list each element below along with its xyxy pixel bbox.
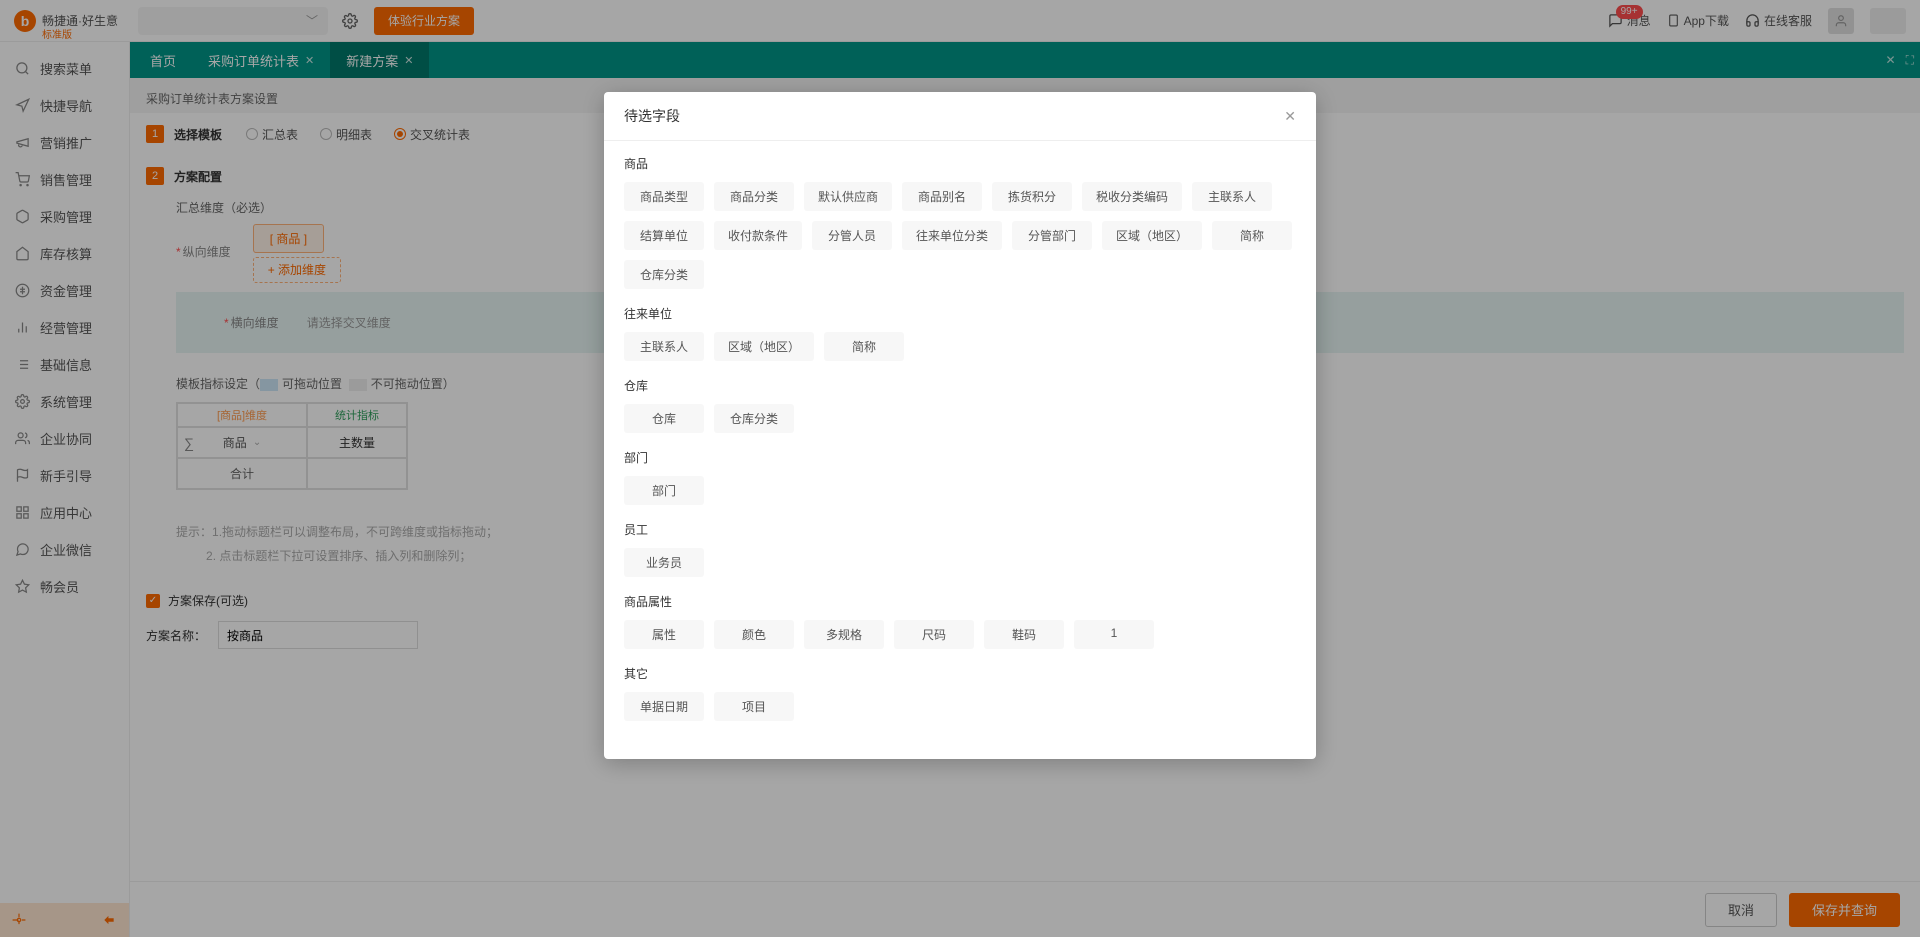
modal-body: 商品商品类型商品分类默认供应商商品别名拣货积分税收分类编码主联系人结算单位收付款… [604, 141, 1316, 759]
field-group-title: 员工 [624, 521, 1296, 538]
field-group-title: 商品 [624, 155, 1296, 172]
field-chip[interactable]: 项目 [714, 692, 794, 721]
field-chip[interactable]: 商品分类 [714, 182, 794, 211]
field-group: 商品属性属性颜色多规格尺码鞋码 1 [624, 593, 1296, 649]
field-group-title: 商品属性 [624, 593, 1296, 610]
field-chip[interactable]: 分管人员 [812, 221, 892, 250]
field-chips-row: 业务员 [624, 548, 1296, 577]
field-chip[interactable]: 简称 [824, 332, 904, 361]
field-group-title: 部门 [624, 449, 1296, 466]
field-group: 仓库仓库仓库分类 [624, 377, 1296, 433]
field-chip[interactable]: 尺码 [894, 620, 974, 649]
field-chip[interactable]: 部门 [624, 476, 704, 505]
field-chip[interactable]: 简称 [1212, 221, 1292, 250]
field-group: 其它单据日期项目 [624, 665, 1296, 721]
field-chip[interactable]: 商品类型 [624, 182, 704, 211]
field-chip[interactable]: 属性 [624, 620, 704, 649]
field-chips-row: 商品类型商品分类默认供应商商品别名拣货积分税收分类编码主联系人结算单位收付款条件… [624, 182, 1296, 289]
field-chip[interactable]: 颜色 [714, 620, 794, 649]
field-chip[interactable]: 区域（地区） [714, 332, 814, 361]
field-chip[interactable]: 仓库 [624, 404, 704, 433]
modal-header: 待选字段 ✕ [604, 92, 1316, 141]
field-group: 部门部门 [624, 449, 1296, 505]
field-group-title: 往来单位 [624, 305, 1296, 322]
field-chip[interactable]: 单据日期 [624, 692, 704, 721]
field-chip[interactable]: 商品别名 [902, 182, 982, 211]
field-chips-row: 主联系人区域（地区） 简称 [624, 332, 1296, 361]
field-chip[interactable]: 区域（地区） [1102, 221, 1202, 250]
field-group: 往来单位主联系人区域（地区） 简称 [624, 305, 1296, 361]
field-chip[interactable]: 主联系人 [624, 332, 704, 361]
field-chip[interactable]: 1 [1074, 620, 1154, 649]
field-group-title: 其它 [624, 665, 1296, 682]
field-group: 商品商品类型商品分类默认供应商商品别名拣货积分税收分类编码主联系人结算单位收付款… [624, 155, 1296, 289]
field-chip[interactable]: 税收分类编码 [1082, 182, 1182, 211]
field-chip[interactable]: 仓库分类 [624, 260, 704, 289]
modal-close-icon[interactable]: ✕ [1284, 108, 1296, 125]
field-chip[interactable]: 业务员 [624, 548, 704, 577]
field-chips-row: 仓库仓库分类 [624, 404, 1296, 433]
field-chip[interactable]: 鞋码 [984, 620, 1064, 649]
field-chip[interactable]: 仓库分类 [714, 404, 794, 433]
field-chip[interactable]: 分管部门 [1012, 221, 1092, 250]
field-chip[interactable]: 往来单位分类 [902, 221, 1002, 250]
field-chip[interactable]: 收付款条件 [714, 221, 802, 250]
field-chip[interactable]: 拣货积分 [992, 182, 1072, 211]
field-chip[interactable]: 结算单位 [624, 221, 704, 250]
field-chip[interactable]: 主联系人 [1192, 182, 1272, 211]
field-group-title: 仓库 [624, 377, 1296, 394]
field-chip[interactable]: 多规格 [804, 620, 884, 649]
field-chips-row: 部门 [624, 476, 1296, 505]
field-group: 员工业务员 [624, 521, 1296, 577]
modal-title: 待选字段 [624, 106, 680, 126]
field-chip[interactable]: 默认供应商 [804, 182, 892, 211]
field-picker-modal: 待选字段 ✕ 商品商品类型商品分类默认供应商商品别名拣货积分税收分类编码主联系人… [604, 92, 1316, 759]
field-chips-row: 单据日期项目 [624, 692, 1296, 721]
field-chips-row: 属性颜色多规格尺码鞋码 1 [624, 620, 1296, 649]
